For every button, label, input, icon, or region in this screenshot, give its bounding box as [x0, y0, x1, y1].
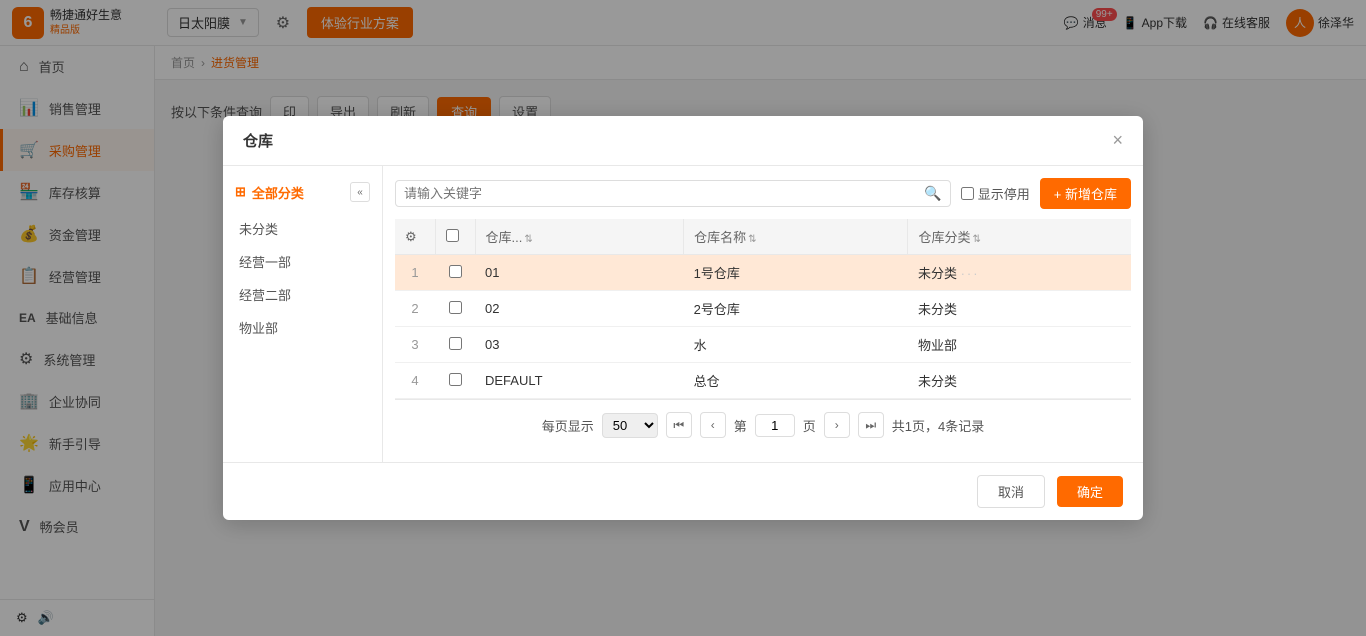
pagination: 每页显示 50 100 ⏮ ‹ 第 页 › ⏭ 共1页，4条记录 [395, 399, 1131, 450]
row-name-3: 水 [684, 327, 908, 363]
row-num-2: 2 [395, 291, 435, 327]
category-item-dept1[interactable]: 经营一部 [223, 245, 382, 278]
page-number-input[interactable] [755, 414, 795, 437]
category-all-button[interactable]: ⊞ 全部分类 [235, 183, 304, 202]
modal-overlay: 仓库 × ⊞ 全部分类 « 未分类 经营一部 经营二部 物业部 [0, 0, 1366, 636]
select-all-checkbox[interactable] [446, 229, 459, 242]
sort-name-icon: ⇅ [748, 234, 756, 245]
cancel-button[interactable]: 取消 [977, 475, 1045, 508]
table-panel: 🔍 显示停用 + 新增仓库 ⚙ [383, 166, 1143, 462]
row-checkbox-3[interactable] [435, 327, 475, 363]
row-category-2: 未分类 [908, 291, 1131, 327]
row-category-1: 未分类 ··· [908, 255, 1131, 291]
row-4-checkbox[interactable] [449, 373, 462, 386]
category-item-unclassified[interactable]: 未分类 [223, 212, 382, 245]
first-page-button[interactable]: ⏮ [666, 412, 692, 438]
show-disabled-label[interactable]: 显示停用 [961, 184, 1030, 203]
dialog-title: 仓库 [243, 130, 273, 151]
category-all-label: 全部分类 [252, 183, 304, 202]
table-row[interactable]: 4 DEFAULT 总仓 未分类 [395, 363, 1131, 399]
show-disabled-checkbox[interactable] [961, 187, 974, 200]
total-records: 共1页，4条记录 [892, 416, 984, 435]
row-num-4: 4 [395, 363, 435, 399]
row-code-2: 02 [475, 291, 684, 327]
row-name-1: 1号仓库 [684, 255, 908, 291]
prev-page-button[interactable]: ‹ [700, 412, 726, 438]
col-settings: ⚙ [395, 219, 435, 255]
dialog-close-button[interactable]: × [1112, 130, 1123, 151]
col-category: 仓库分类⇅ [908, 219, 1131, 255]
row-num-1: 1 [395, 255, 435, 291]
new-warehouse-button[interactable]: + 新增仓库 [1040, 178, 1131, 209]
category-panel: ⊞ 全部分类 « 未分类 经营一部 经营二部 物业部 [223, 166, 383, 462]
category-header: ⊞ 全部分类 « [223, 176, 382, 208]
category-item-property[interactable]: 物业部 [223, 311, 382, 344]
table-row[interactable]: 3 03 水 物业部 [395, 327, 1131, 363]
per-page-select[interactable]: 50 100 [602, 413, 658, 438]
row-name-4: 总仓 [684, 363, 908, 399]
row-code-1: 01 [475, 255, 684, 291]
dialog-footer: 取消 确定 [223, 462, 1143, 520]
dialog-body: ⊞ 全部分类 « 未分类 经营一部 经营二部 物业部 🔍 [223, 166, 1143, 462]
table-toolbar: 🔍 显示停用 + 新增仓库 [395, 178, 1131, 209]
search-input[interactable] [404, 186, 924, 201]
row-num-3: 3 [395, 327, 435, 363]
grid-icon: ⊞ [235, 184, 246, 200]
row-code-3: 03 [475, 327, 684, 363]
last-page-button[interactable]: ⏭ [858, 412, 884, 438]
next-page-button[interactable]: › [824, 412, 850, 438]
row-checkbox-1[interactable] [435, 255, 475, 291]
row-checkbox-2[interactable] [435, 291, 475, 327]
confirm-button[interactable]: 确定 [1057, 476, 1123, 507]
show-disabled-text: 显示停用 [978, 184, 1030, 203]
settings-col-icon: ⚙ [405, 229, 417, 244]
col-name: 仓库名称⇅ [684, 219, 908, 255]
row-category-3: 物业部 [908, 327, 1131, 363]
row-2-checkbox[interactable] [449, 301, 462, 314]
dialog-header: 仓库 × [223, 116, 1143, 166]
page-unit: 页 [803, 416, 816, 435]
search-box: 🔍 [395, 180, 951, 207]
sort-category-icon: ⇅ [972, 234, 980, 245]
row-checkbox-4[interactable] [435, 363, 475, 399]
per-page-label: 每页显示 [542, 416, 594, 435]
table-row[interactable]: 2 02 2号仓库 未分类 [395, 291, 1131, 327]
page-label: 第 [734, 416, 747, 435]
collapse-button[interactable]: « [350, 182, 370, 202]
row-3-checkbox[interactable] [449, 337, 462, 350]
row-1-checkbox[interactable] [449, 265, 462, 278]
table-row[interactable]: 1 01 1号仓库 未分类 ··· [395, 255, 1131, 291]
row-name-2: 2号仓库 [684, 291, 908, 327]
warehouse-table: ⚙ 仓库...⇅ 仓库名称⇅ [395, 219, 1131, 399]
row-category-4: 未分类 [908, 363, 1131, 399]
sort-code-icon: ⇅ [524, 234, 532, 245]
col-checkbox [435, 219, 475, 255]
category-item-dept2[interactable]: 经营二部 [223, 278, 382, 311]
col-code: 仓库...⇅ [475, 219, 684, 255]
search-icon[interactable]: 🔍 [924, 185, 941, 202]
row-code-4: DEFAULT [475, 363, 684, 399]
warehouse-dialog: 仓库 × ⊞ 全部分类 « 未分类 经营一部 经营二部 物业部 [223, 116, 1143, 520]
more-button-1[interactable]: ··· [961, 266, 980, 281]
table-header-row: ⚙ 仓库...⇅ 仓库名称⇅ [395, 219, 1131, 255]
